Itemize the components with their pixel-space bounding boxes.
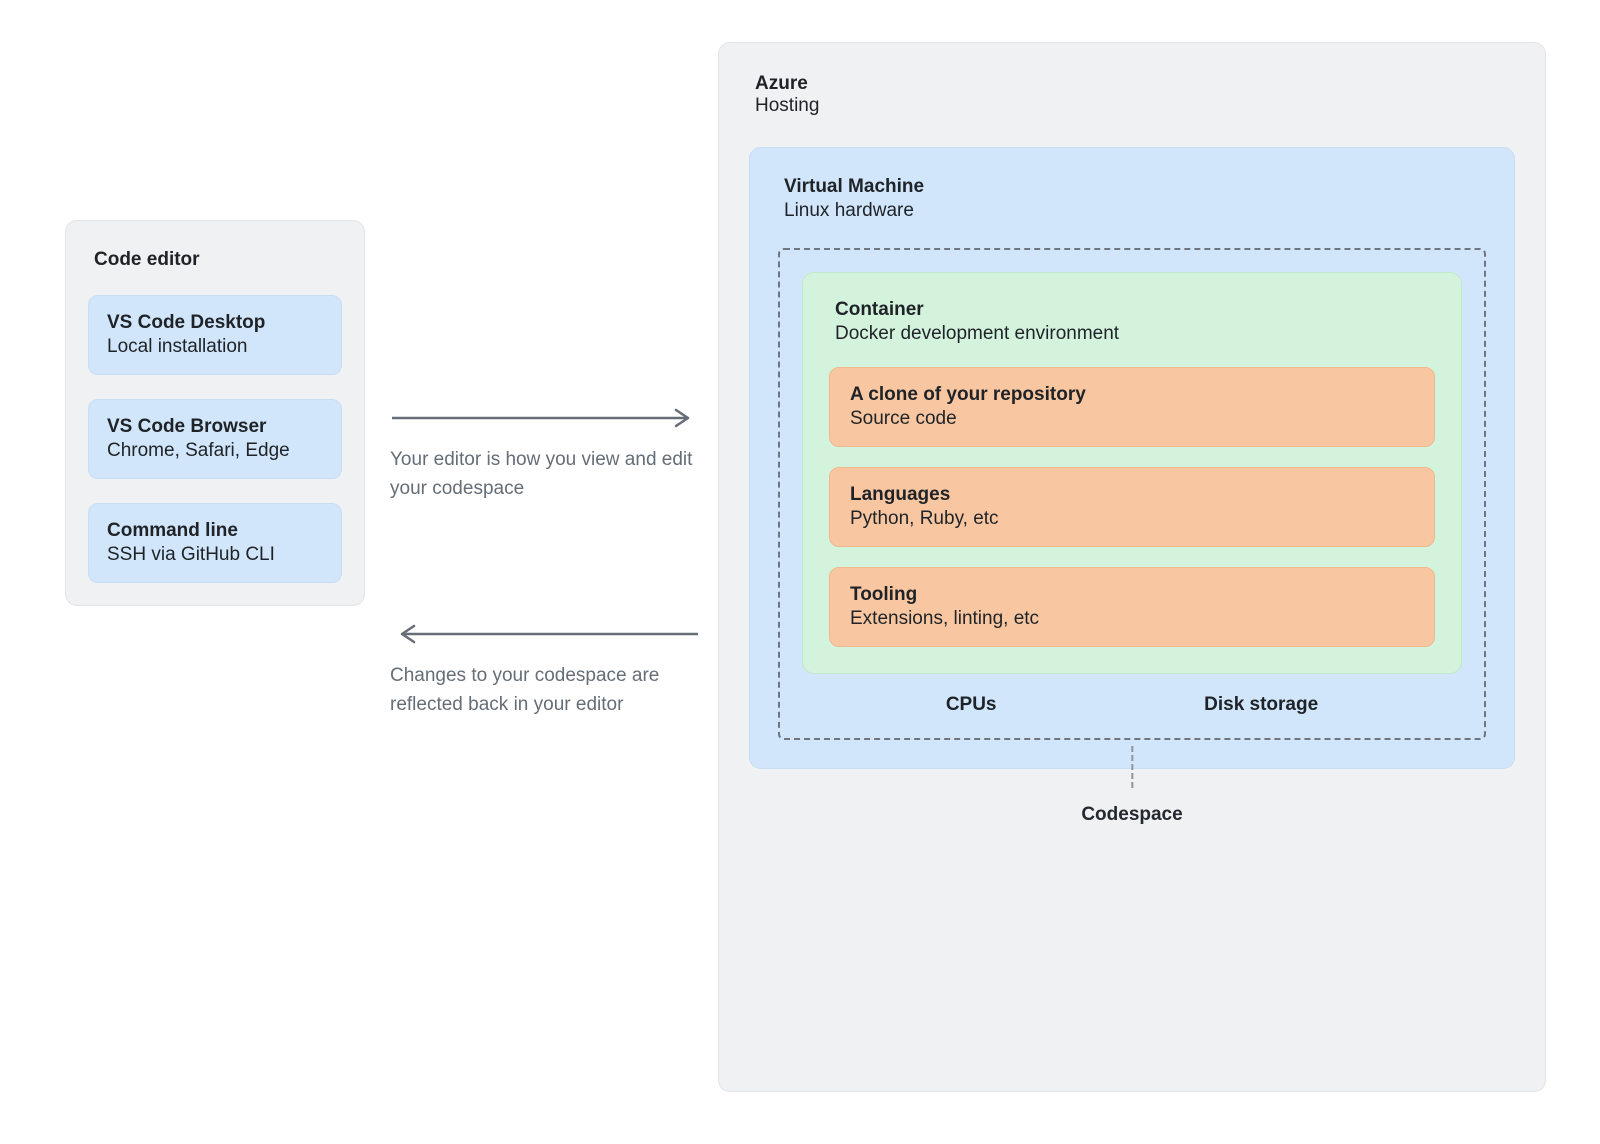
arrow-forward-caption: Your editor is how you view and edit you…: [390, 446, 700, 503]
editor-card-subtitle: Local installation: [107, 336, 323, 358]
editor-card-subtitle: Chrome, Safari, Edge: [107, 440, 323, 462]
virtual-machine-panel: Virtual Machine Linux hardware Container…: [749, 147, 1515, 769]
code-editor-title: Code editor: [94, 249, 342, 271]
container-item-title: Languages: [850, 484, 1414, 506]
vm-title: Virtual Machine: [784, 176, 1486, 198]
editor-card-vscode-browser: VS Code Browser Chrome, Safari, Edge: [88, 399, 342, 479]
vm-header: Virtual Machine Linux hardware: [784, 176, 1486, 222]
editor-card-title: VS Code Desktop: [107, 312, 323, 334]
azure-panel: Azure Hosting Virtual Machine Linux hard…: [718, 42, 1546, 1092]
container-item-subtitle: Source code: [850, 408, 1414, 430]
diagram-container: Code editor VS Code Desktop Local instal…: [0, 0, 1600, 1144]
container-item-repository: A clone of your repository Source code: [829, 367, 1435, 447]
azure-header: Azure Hosting: [755, 73, 1515, 117]
container-header: Container Docker development environment: [835, 299, 1435, 345]
container-item-subtitle: Python, Ruby, etc: [850, 508, 1414, 530]
azure-title: Azure: [755, 73, 1515, 95]
container-item-title: A clone of your repository: [850, 384, 1414, 406]
container-item-title: Tooling: [850, 584, 1414, 606]
arrow-backward-block: Changes to your codespace are reflected …: [390, 620, 700, 719]
editor-card-vscode-desktop: VS Code Desktop Local installation: [88, 295, 342, 375]
editor-card-subtitle: SSH via GitHub CLI: [107, 544, 323, 566]
editor-card-title: VS Code Browser: [107, 416, 323, 438]
codespace-connector: Codespace: [1081, 746, 1182, 826]
arrow-forward-block: Your editor is how you view and edit you…: [390, 404, 700, 503]
code-editor-panel: Code editor VS Code Desktop Local instal…: [65, 220, 365, 606]
arrow-backward-caption: Changes to your codespace are reflected …: [390, 662, 700, 719]
resource-cpus: CPUs: [946, 694, 997, 716]
container-item-languages: Languages Python, Ruby, etc: [829, 467, 1435, 547]
resource-row: CPUs Disk storage: [802, 694, 1462, 716]
arrow-right-icon: [390, 404, 700, 432]
resource-disk: Disk storage: [1204, 694, 1318, 716]
vm-subtitle: Linux hardware: [784, 200, 1486, 222]
codespace-dashed-line-icon: [1131, 746, 1133, 788]
container-item-subtitle: Extensions, linting, etc: [850, 608, 1414, 630]
codespace-dashed-box: Container Docker development environment…: [778, 248, 1486, 740]
container-item-tooling: Tooling Extensions, linting, etc: [829, 567, 1435, 647]
editor-card-title: Command line: [107, 520, 323, 542]
container-subtitle: Docker development environment: [835, 323, 1435, 345]
container-title: Container: [835, 299, 1435, 321]
azure-subtitle: Hosting: [755, 95, 1515, 117]
container-panel: Container Docker development environment…: [802, 272, 1462, 674]
codespace-label: Codespace: [1081, 804, 1182, 826]
arrow-left-icon: [390, 620, 700, 648]
editor-card-command-line: Command line SSH via GitHub CLI: [88, 503, 342, 583]
